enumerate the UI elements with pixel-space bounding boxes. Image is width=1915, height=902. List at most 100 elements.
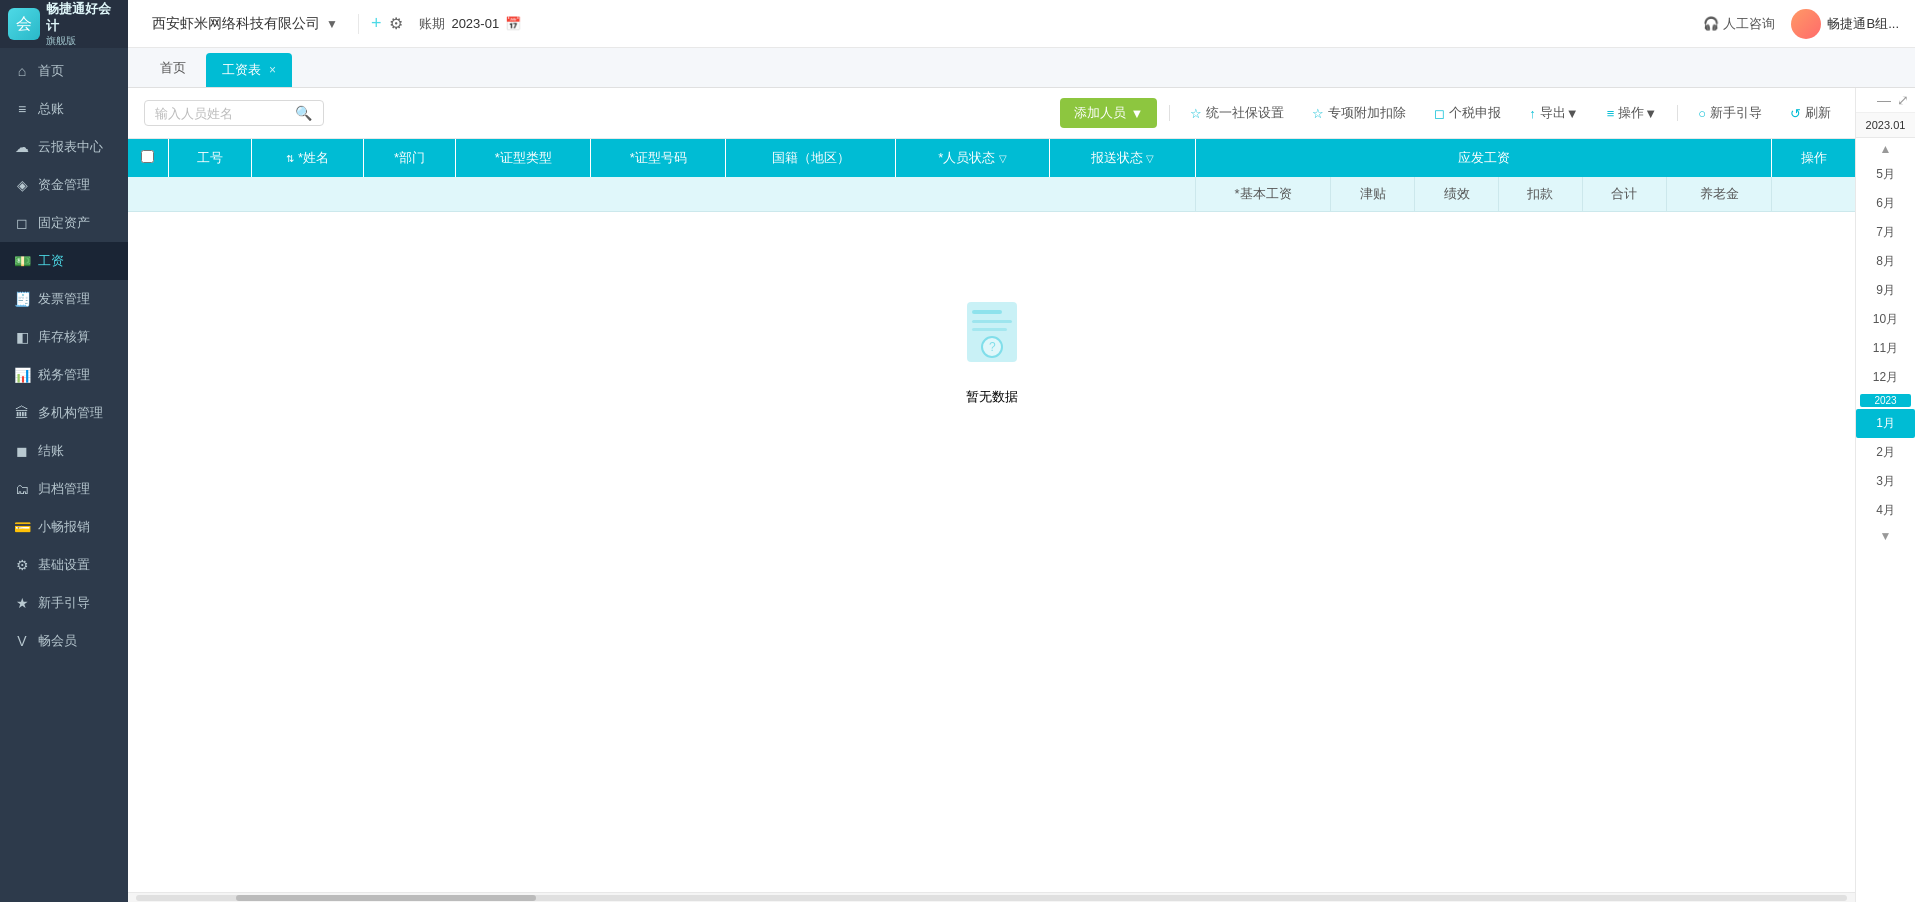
topbar-divider-1 (358, 14, 359, 34)
content-area: 🔍 添加人员 ▼ ☆ 统一社保设置 ☆ 专项附加扣除 (128, 88, 1855, 902)
calendar-icon[interactable]: 📅 (505, 16, 521, 31)
sidebar-item-fund[interactable]: ◈ 资金管理 (0, 166, 128, 204)
sidebar-item-assets[interactable]: ◻ 固定资产 (0, 204, 128, 242)
export-action[interactable]: ↑ 导出 ▼ (1521, 100, 1586, 126)
operations-action[interactable]: ≡ 操作 ▼ (1599, 100, 1665, 126)
date-month-7[interactable]: 7月 (1856, 218, 1915, 247)
headset-icon: 🎧 (1703, 16, 1719, 31)
date-sidebar: — ⤢ 2023.01 ▲ 5月 6月 7月 8月 9月 10月 (1855, 88, 1915, 902)
company-selector[interactable]: 西安虾米网络科技有限公司 ▼ (144, 11, 346, 37)
service-label: 人工咨询 (1723, 15, 1775, 33)
date-nav-down[interactable]: ▼ (1856, 525, 1915, 547)
special-deduction-label: 专项附加扣除 (1328, 104, 1406, 122)
scroll-bottom[interactable] (128, 892, 1855, 902)
sidebar-item-label: 畅会员 (38, 632, 77, 650)
social-security-icon: ☆ (1190, 106, 1202, 121)
panel-expand-button[interactable]: ⤢ (1897, 92, 1909, 108)
sidebar-item-expense[interactable]: 💳 小畅报销 (0, 508, 128, 546)
search-input[interactable] (155, 106, 295, 121)
sidebar-item-archive[interactable]: 🗂 归档管理 (0, 470, 128, 508)
empty-state: ? 暂无数据 (128, 212, 1855, 486)
refresh-label: 刷新 (1805, 104, 1831, 122)
sidebar-item-tax[interactable]: 📊 税务管理 (0, 356, 128, 394)
date-month-9[interactable]: 9月 (1856, 276, 1915, 305)
date-month-6[interactable]: 6月 (1856, 189, 1915, 218)
main-content-area: 🔍 添加人员 ▼ ☆ 统一社保设置 ☆ 专项附加扣除 (128, 88, 1915, 902)
invoice-icon: 🧾 (14, 291, 30, 307)
user-menu[interactable]: 畅捷通B组... (1791, 9, 1899, 39)
filter-icon-status[interactable]: ▽ (999, 153, 1007, 164)
date-month-12[interactable]: 12月 (1856, 363, 1915, 392)
tab-salary-label: 工资表 (222, 61, 261, 79)
sidebar-item-member[interactable]: V 畅会员 (0, 622, 128, 660)
sidebar-item-inventory[interactable]: ◧ 库存核算 (0, 318, 128, 356)
sidebar-item-settings[interactable]: ⚙ 基础设置 (0, 546, 128, 584)
sidebar-item-home[interactable]: ⌂ 首页 (0, 52, 128, 90)
empty-icon: ? (952, 292, 1032, 372)
search-icon: 🔍 (295, 105, 312, 121)
add-person-label: 添加人员 (1074, 104, 1126, 122)
guide-icon: ○ (1698, 106, 1706, 121)
add-company-button[interactable]: + (371, 13, 382, 34)
tax-return-action[interactable]: ◻ 个税申报 (1426, 100, 1509, 126)
table-header-name: ⇅ *姓名 (252, 139, 363, 177)
guide-label: 新手引导 (1710, 104, 1762, 122)
logo-text: 畅捷通好会计 旗舰版 (46, 1, 120, 48)
date-month-11[interactable]: 11月 (1856, 334, 1915, 363)
cloud-icon: ☁ (14, 139, 30, 155)
sidebar-nav: ⌂ 首页 ≡ 总账 ☁ 云报表中心 ◈ 资金管理 ◻ 固定资产 💵 工资 🧾 发… (0, 48, 128, 902)
sidebar-item-label: 结账 (38, 442, 64, 460)
table-header-report-status: 报送状态 ▽ (1050, 139, 1196, 177)
settings-button[interactable]: ⚙ (389, 14, 403, 33)
date-month-8[interactable]: 8月 (1856, 247, 1915, 276)
sidebar-item-label: 总账 (38, 100, 64, 118)
svg-rect-2 (972, 320, 1012, 323)
sidebar-item-guide[interactable]: ★ 新手引导 (0, 584, 128, 622)
scroll-thumb[interactable] (236, 895, 536, 901)
tab-home[interactable]: 首页 (144, 51, 202, 87)
table-header-dept: *部门 (363, 139, 455, 177)
sidebar-item-label: 发票管理 (38, 290, 90, 308)
sidebar-item-salary[interactable]: 💵 工资 (0, 242, 128, 280)
date-month-10[interactable]: 10月 (1856, 305, 1915, 334)
special-deduction-icon: ☆ (1312, 106, 1324, 121)
sidebar-item-ledger[interactable]: ≡ 总账 (0, 90, 128, 128)
salary-table: 工号 ⇅ *姓名 *部门 *证型类型 *证型号码 国籍（地区） *人员状态 (128, 139, 1855, 486)
select-all-checkbox[interactable] (141, 150, 154, 163)
social-security-label: 统一社保设置 (1206, 104, 1284, 122)
table-header-payroll: 应发工资 (1196, 139, 1772, 177)
sidebar-item-label: 固定资产 (38, 214, 90, 232)
fund-icon: ◈ (14, 177, 30, 193)
sidebar-item-close[interactable]: ◼ 结账 (0, 432, 128, 470)
table-header-checkbox[interactable] (128, 139, 168, 177)
year-badge: 2023 (1860, 394, 1911, 407)
add-person-button[interactable]: 添加人员 ▼ (1060, 98, 1157, 128)
tab-close-icon[interactable]: × (269, 63, 276, 77)
sidebar-item-multi[interactable]: 🏛 多机构管理 (0, 394, 128, 432)
special-deduction-action[interactable]: ☆ 专项附加扣除 (1304, 100, 1414, 126)
inventory-icon: ◧ (14, 329, 30, 345)
member-icon: V (14, 633, 30, 649)
sub-header-total: 合计 (1582, 177, 1666, 212)
date-month-5[interactable]: 5月 (1856, 160, 1915, 189)
guide-action[interactable]: ○ 新手引导 (1690, 100, 1770, 126)
service-button[interactable]: 🎧 人工咨询 (1703, 15, 1775, 33)
tab-salary[interactable]: 工资表 × (206, 53, 292, 87)
filter-icon-report[interactable]: ▽ (1146, 153, 1154, 164)
scroll-track[interactable] (136, 895, 1847, 901)
sort-icon-name[interactable]: ⇅ (286, 153, 294, 164)
tabs-bar: 首页 工资表 × (128, 48, 1915, 88)
social-security-action[interactable]: ☆ 统一社保设置 (1182, 100, 1292, 126)
date-month-1[interactable]: 1月 (1856, 409, 1915, 438)
date-month-3[interactable]: 3月 (1856, 467, 1915, 496)
panel-minimize-button[interactable]: — (1877, 92, 1891, 108)
date-month-2[interactable]: 2月 (1856, 438, 1915, 467)
table-header-number: 工号 (168, 139, 252, 177)
sidebar-item-invoice[interactable]: 🧾 发票管理 (0, 280, 128, 318)
date-nav-up[interactable]: ▲ (1856, 138, 1915, 160)
sidebar-item-cloud[interactable]: ☁ 云报表中心 (0, 128, 128, 166)
sidebar-item-label: 小畅报销 (38, 518, 90, 536)
home-icon: ⌂ (14, 63, 30, 79)
date-month-4[interactable]: 4月 (1856, 496, 1915, 525)
refresh-action[interactable]: ↺ 刷新 (1782, 100, 1839, 126)
